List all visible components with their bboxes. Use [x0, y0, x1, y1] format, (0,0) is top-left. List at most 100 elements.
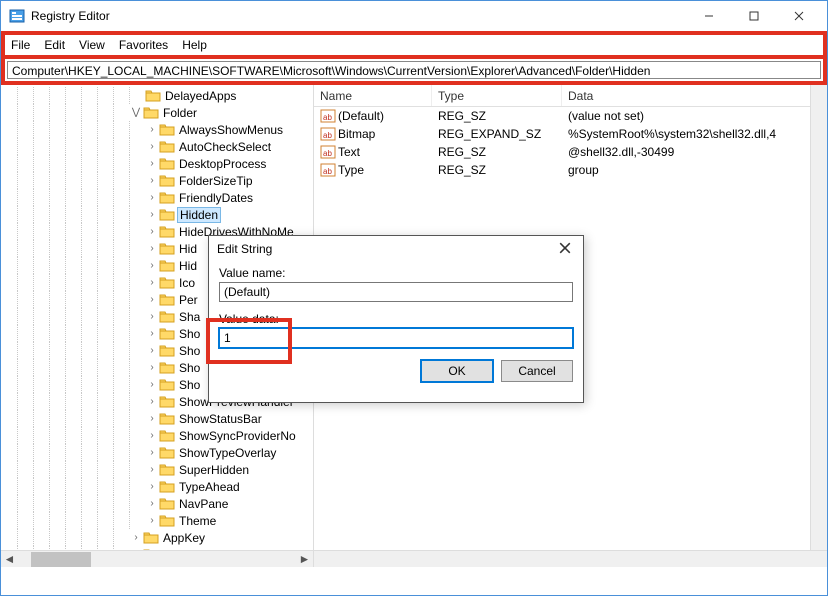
tree-item[interactable]: ›Hidden — [1, 206, 313, 223]
tree-item[interactable]: ›TypeAhead — [1, 478, 313, 495]
folder-icon — [159, 122, 175, 138]
folder-icon — [159, 479, 175, 495]
titlebar: Registry Editor — [1, 1, 827, 31]
value-name: Bitmap — [338, 127, 375, 141]
tree-item[interactable]: ›ShowStatusBar — [1, 410, 313, 427]
value-data: (value not set) — [562, 109, 827, 123]
tree-label: ShowTypeOverlay — [178, 446, 277, 460]
folder-icon — [145, 88, 161, 104]
expander-spacer: › — [145, 362, 159, 373]
menu-highlight-box: File Edit View Favorites Help — [1, 31, 827, 59]
list-row[interactable]: ab Bitmap REG_EXPAND_SZ%SystemRoot%\system… — [314, 125, 827, 143]
folder-icon — [159, 309, 175, 325]
folder-icon — [159, 156, 175, 172]
expander-closed-icon[interactable]: › — [145, 515, 159, 526]
tree-label: ShowStatusBar — [178, 412, 263, 426]
expander-closed-icon[interactable]: › — [145, 209, 159, 220]
ok-button[interactable]: OK — [421, 360, 493, 382]
tree-item[interactable]: ›FolderSizeTip — [1, 172, 313, 189]
maximize-button[interactable] — [731, 2, 776, 31]
value-name-input[interactable] — [219, 282, 573, 302]
expander-closed-icon[interactable]: › — [129, 532, 143, 543]
minimize-button[interactable] — [686, 2, 731, 31]
menu-edit[interactable]: Edit — [44, 38, 65, 52]
expander-spacer: › — [145, 260, 159, 271]
value-type: REG_EXPAND_SZ — [432, 127, 562, 141]
string-value-icon: ab — [320, 144, 336, 160]
tree-label: NavPane — [178, 497, 229, 511]
tree-label: Sha — [178, 310, 201, 324]
svg-text:ab: ab — [323, 167, 332, 176]
folder-icon — [159, 292, 175, 308]
folder-icon — [159, 411, 175, 427]
tree-item[interactable]: ›Theme — [1, 512, 313, 529]
value-name: Text — [338, 145, 360, 159]
address-highlight-box: Computer\HKEY_LOCAL_MACHINE\SOFTWARE\Mic… — [1, 59, 827, 85]
folder-icon — [159, 241, 175, 257]
value-type: REG_SZ — [432, 145, 562, 159]
menubar: File Edit View Favorites Help — [5, 35, 227, 55]
expander-spacer: › — [145, 464, 159, 475]
regedit-icon — [9, 8, 25, 24]
tree-item[interactable]: ›DesktopProcess — [1, 155, 313, 172]
header-type[interactable]: Type — [432, 85, 562, 106]
tree-item[interactable]: ›ShowTypeOverlay — [1, 444, 313, 461]
expander-open-icon[interactable]: ⋁ — [129, 107, 143, 118]
header-data[interactable]: Data — [562, 85, 827, 106]
tree-item[interactable]: › NavPane — [1, 495, 313, 512]
tree-item[interactable]: ›AppKey — [1, 529, 313, 546]
folder-icon — [143, 530, 159, 546]
folder-icon — [159, 513, 175, 529]
close-button[interactable] — [776, 2, 821, 31]
address-bar[interactable]: Computer\HKEY_LOCAL_MACHINE\SOFTWARE\Mic… — [7, 61, 821, 79]
list-row[interactable]: abTypeREG_SZgroup — [314, 161, 827, 179]
svg-text:ab: ab — [323, 113, 332, 122]
tree-item[interactable]: ›AutoCheckSelect — [1, 138, 313, 155]
menu-view[interactable]: View — [79, 38, 105, 52]
tree-item[interactable]: ›SuperHidden — [1, 461, 313, 478]
tree-item-folder[interactable]: ⋁Folder — [1, 104, 313, 121]
expander-spacer: › — [145, 379, 159, 390]
expander-spacer: › — [145, 243, 159, 254]
tree-label: AutoCheckSelect — [178, 140, 272, 154]
folder-icon — [159, 343, 175, 359]
tree-item[interactable]: DelayedApps — [1, 87, 313, 104]
list-row[interactable]: ab(Default)REG_SZ(value not set) — [314, 107, 827, 125]
expander-spacer: › — [145, 175, 159, 186]
header-name[interactable]: Name — [314, 85, 432, 106]
expander-spacer: › — [145, 294, 159, 305]
menu-file[interactable]: File — [11, 38, 30, 52]
cancel-button[interactable]: Cancel — [501, 360, 573, 382]
folder-icon — [159, 224, 175, 240]
scroll-left-icon[interactable]: ◄ — [1, 551, 18, 568]
folder-icon — [159, 445, 175, 461]
expander-spacer: › — [145, 345, 159, 356]
tree-label: Per — [178, 293, 199, 307]
tree-horizontal-scrollbar[interactable]: ◄ ► — [1, 550, 313, 567]
menu-help[interactable]: Help — [182, 38, 207, 52]
expander-spacer: › — [145, 430, 159, 441]
dialog-close-button[interactable] — [555, 241, 575, 257]
string-value-icon: ab — [320, 108, 336, 124]
expander-spacer: › — [145, 124, 159, 135]
value-data: %SystemRoot%\system32\shell32.dll,4 — [562, 127, 827, 141]
dialog-title: Edit String — [217, 242, 555, 256]
folder-icon — [159, 394, 175, 410]
menu-favorites[interactable]: Favorites — [119, 38, 168, 52]
list-horizontal-scrollbar[interactable] — [314, 550, 827, 567]
value-data-input[interactable] — [219, 328, 573, 348]
scroll-right-icon[interactable]: ► — [296, 551, 313, 568]
svg-text:ab: ab — [323, 131, 332, 140]
string-value-icon: ab — [320, 162, 336, 178]
list-row[interactable]: abTextREG_SZ@shell32.dll,-30499 — [314, 143, 827, 161]
expander-closed-icon[interactable]: › — [145, 498, 159, 509]
tree-item[interactable]: ›AlwaysShowMenus — [1, 121, 313, 138]
list-vertical-scrollbar[interactable] — [810, 85, 827, 550]
scroll-thumb[interactable] — [31, 552, 91, 567]
tree-item[interactable]: ›FriendlyDates — [1, 189, 313, 206]
tree-item[interactable]: › ShowSyncProviderNo — [1, 427, 313, 444]
tree-label: ShowSyncProviderNo — [178, 429, 297, 443]
expander-spacer: › — [145, 396, 159, 407]
svg-text:ab: ab — [323, 149, 332, 158]
string-value-icon: ab — [320, 126, 336, 142]
